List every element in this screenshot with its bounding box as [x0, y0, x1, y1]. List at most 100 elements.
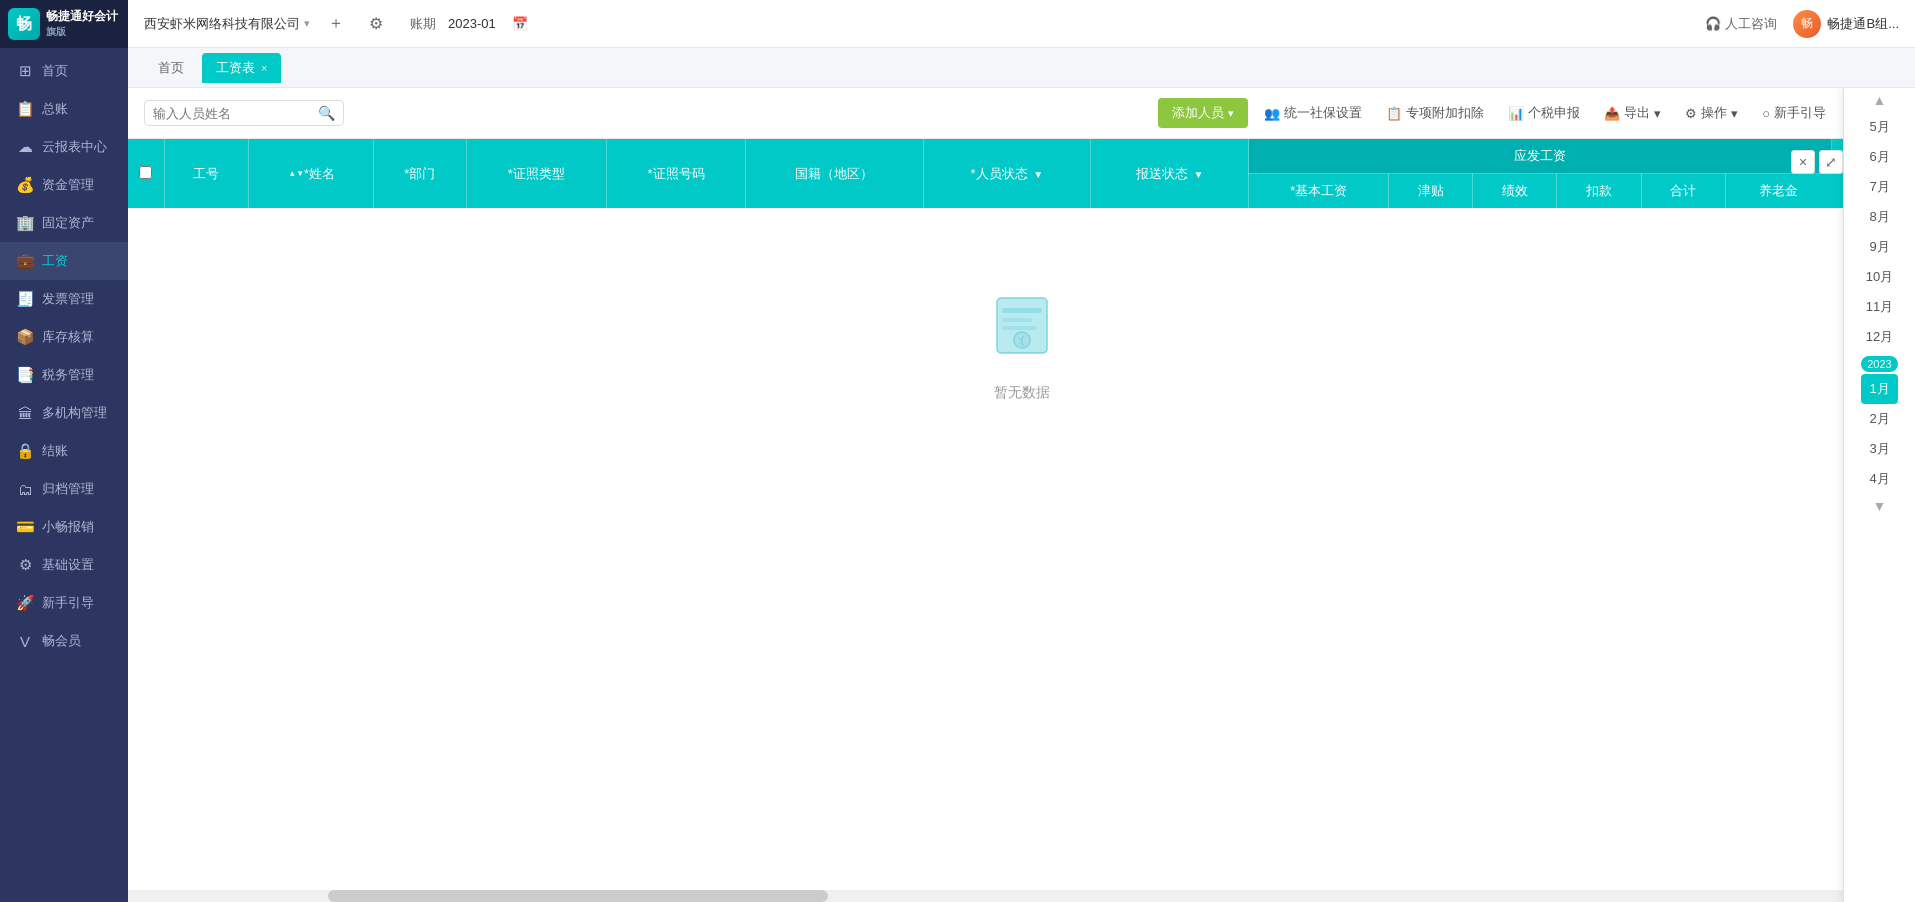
sidebar-item-ledger[interactable]: 📋总账 [0, 90, 128, 128]
sidebar-item-cloud-report[interactable]: ☁云报表中心 [0, 128, 128, 166]
th-wage-group: 应发工资 [1249, 139, 1832, 174]
sidebar-item-inventory[interactable]: 📦库存核算 [0, 318, 128, 356]
special-deduction-btn[interactable]: 📋 专项附加扣除 [1378, 99, 1492, 127]
sidebar-item-multi-org[interactable]: 🏛 多机构管理 [0, 394, 128, 432]
personal-tax-icon: 📊 [1508, 106, 1524, 121]
sidebar-item-archive[interactable]: 🗂归档管理 [0, 470, 128, 508]
multi-org-nav-icon: 🏛 [16, 405, 34, 422]
tax-nav-icon: 📑 [16, 366, 34, 384]
sidebar-item-expense[interactable]: 💳小畅报销 [0, 508, 128, 546]
report-filter-icon[interactable]: ▼ [1194, 169, 1204, 180]
close-panel-btn[interactable]: × [1791, 150, 1815, 174]
logo-icon: 畅 [8, 8, 40, 40]
empty-text: 暂无数据 [994, 384, 1050, 402]
month-item-9月[interactable]: 9月 [1861, 232, 1897, 262]
social-security-btn[interactable]: 👥 统一社保设置 [1256, 99, 1370, 127]
sidebar-item-invoice[interactable]: 🧾 发票管理 [0, 280, 128, 318]
table-wrap: 工号 ▲▼*姓名 *部门 *证照类型 *证照号码 国籍（地区） *人员状态 ▼ … [128, 139, 1915, 890]
svg-rect-2 [1002, 318, 1032, 322]
operation-icon: ⚙ [1685, 106, 1697, 121]
sidebar-label-multi-org: 多机构管理 [42, 404, 107, 422]
month-item-10月[interactable]: 10月 [1861, 262, 1897, 292]
sidebar-label-payroll: 工资 [42, 252, 68, 270]
month-item-7月[interactable]: 7月 [1861, 172, 1897, 202]
social-security-label: 统一社保设置 [1284, 104, 1362, 122]
sidebar-item-guide[interactable]: 🚀新手引导 [0, 584, 128, 622]
personal-tax-btn[interactable]: 📊 个税申报 [1500, 99, 1588, 127]
cloud-report-nav-icon: ☁ [16, 138, 34, 156]
month-scroll-up[interactable]: ▲ [1844, 88, 1915, 112]
th-report-status: 报送状态 ▼ [1091, 139, 1249, 208]
service-label: 人工咨询 [1725, 15, 1777, 33]
sidebar-item-payroll[interactable]: 💼 工资 [0, 242, 128, 280]
guide-label: 新手引导 [1774, 104, 1826, 122]
month-item-6月[interactable]: 6月 [1861, 142, 1897, 172]
app-name: 畅捷通好会计 [46, 9, 118, 25]
empty-state: :( 暂无数据 [128, 208, 1915, 482]
expand-panel-btn[interactable]: ⤢ [1819, 150, 1843, 174]
search-wrap[interactable]: 🔍 [144, 100, 344, 126]
service-btn[interactable]: 🎧 人工咨询 [1705, 15, 1777, 33]
invoice-nav-icon: 🧾 [16, 290, 34, 308]
th-id-type: *证照类型 [466, 139, 606, 208]
settings-icon[interactable]: ⚙ [362, 10, 390, 38]
month-item-4月[interactable]: 4月 [1861, 464, 1897, 494]
th-id-num: *证照号码 [606, 139, 746, 208]
export-btn[interactable]: 📤 导出 ▾ [1596, 99, 1669, 127]
export-arrow-icon: ▾ [1654, 106, 1661, 121]
month-panel: ▲ 5月6月7月8月9月10月11月12月20231月2月3月4月 ▼ [1843, 88, 1915, 902]
sidebar-item-fund[interactable]: 💰资金管理 [0, 166, 128, 204]
month-item-1月[interactable]: 1月 [1861, 374, 1897, 404]
social-security-icon: 👥 [1264, 106, 1280, 121]
user-avatar: 畅 [1793, 10, 1821, 38]
sidebar-label-invoice: 发票管理 [42, 290, 94, 308]
sidebar-item-fixed-assets[interactable]: 🏢固定资产 [0, 204, 128, 242]
month-item-3月[interactable]: 3月 [1861, 434, 1897, 464]
period-value: 2023-01 [448, 16, 496, 31]
month-item-12月[interactable]: 12月 [1861, 322, 1897, 352]
add-person-btn[interactable]: 添加人员 ▾ [1158, 98, 1248, 128]
guide-icon: ○ [1762, 106, 1770, 121]
toolbar: 🔍 添加人员 ▾ 👥 统一社保设置 📋 专项附加扣除 📊 个税申报 [128, 88, 1915, 139]
payroll-nav-icon: 💼 [16, 252, 34, 270]
period-label: 账期 [410, 15, 436, 33]
th-total: 合计 [1641, 174, 1725, 209]
personal-tax-label: 个税申报 [1528, 104, 1580, 122]
special-deduction-label: 专项附加扣除 [1406, 104, 1484, 122]
month-item-11月[interactable]: 11月 [1861, 292, 1897, 322]
sidebar-label-inventory: 库存核算 [42, 328, 94, 346]
status-filter-icon[interactable]: ▼ [1033, 169, 1043, 180]
user-area[interactable]: 畅 畅捷通B组... [1793, 10, 1899, 38]
search-input[interactable] [153, 106, 314, 121]
month-item-8月[interactable]: 8月 [1861, 202, 1897, 232]
chevron-down-icon: ▾ [304, 17, 310, 30]
operation-arrow-icon: ▾ [1731, 106, 1738, 121]
add-company-btn[interactable]: ＋ [322, 10, 350, 38]
select-all-checkbox[interactable] [139, 166, 152, 179]
sidebar-label-guide: 新手引导 [42, 594, 94, 612]
sidebar-item-settings[interactable]: ⚙基础设置 [0, 546, 128, 584]
company-selector[interactable]: 西安虾米网络科技有限公司 ▾ [144, 15, 310, 33]
horizontal-scrollbar[interactable] [128, 890, 1915, 902]
month-item-2月[interactable]: 2月 [1861, 404, 1897, 434]
sort-arrows-icon: ▲▼ [288, 170, 304, 178]
user-name: 畅捷通B组... [1827, 15, 1899, 33]
operation-btn[interactable]: ⚙ 操作 ▾ [1677, 99, 1746, 127]
th-base-wage: *基本工资 [1249, 174, 1389, 209]
th-id: 工号 [164, 139, 248, 208]
month-scroll-down[interactable]: ▼ [1844, 494, 1915, 518]
tab-home[interactable]: 首页 [144, 53, 198, 83]
sidebar-item-tax[interactable]: 📑税务管理 [0, 356, 128, 394]
sidebar-item-member[interactable]: V畅会员 [0, 622, 128, 660]
month-item-5月[interactable]: 5月 [1861, 112, 1897, 142]
tabbar: 首页 工资表 × [128, 48, 1915, 88]
scroll-thumb[interactable] [328, 890, 828, 902]
sidebar-item-close[interactable]: 🔒结账 [0, 432, 128, 470]
tab-close-icon[interactable]: × [261, 62, 267, 74]
th-performance: 绩效 [1473, 174, 1557, 209]
checkbox-header[interactable] [128, 139, 164, 208]
tab-payroll-table[interactable]: 工资表 × [202, 53, 281, 83]
guide-btn[interactable]: ○ 新手引导 [1754, 99, 1834, 127]
sidebar-item-home[interactable]: ⊞首页 [0, 52, 128, 90]
calendar-icon[interactable]: 📅 [512, 16, 528, 31]
